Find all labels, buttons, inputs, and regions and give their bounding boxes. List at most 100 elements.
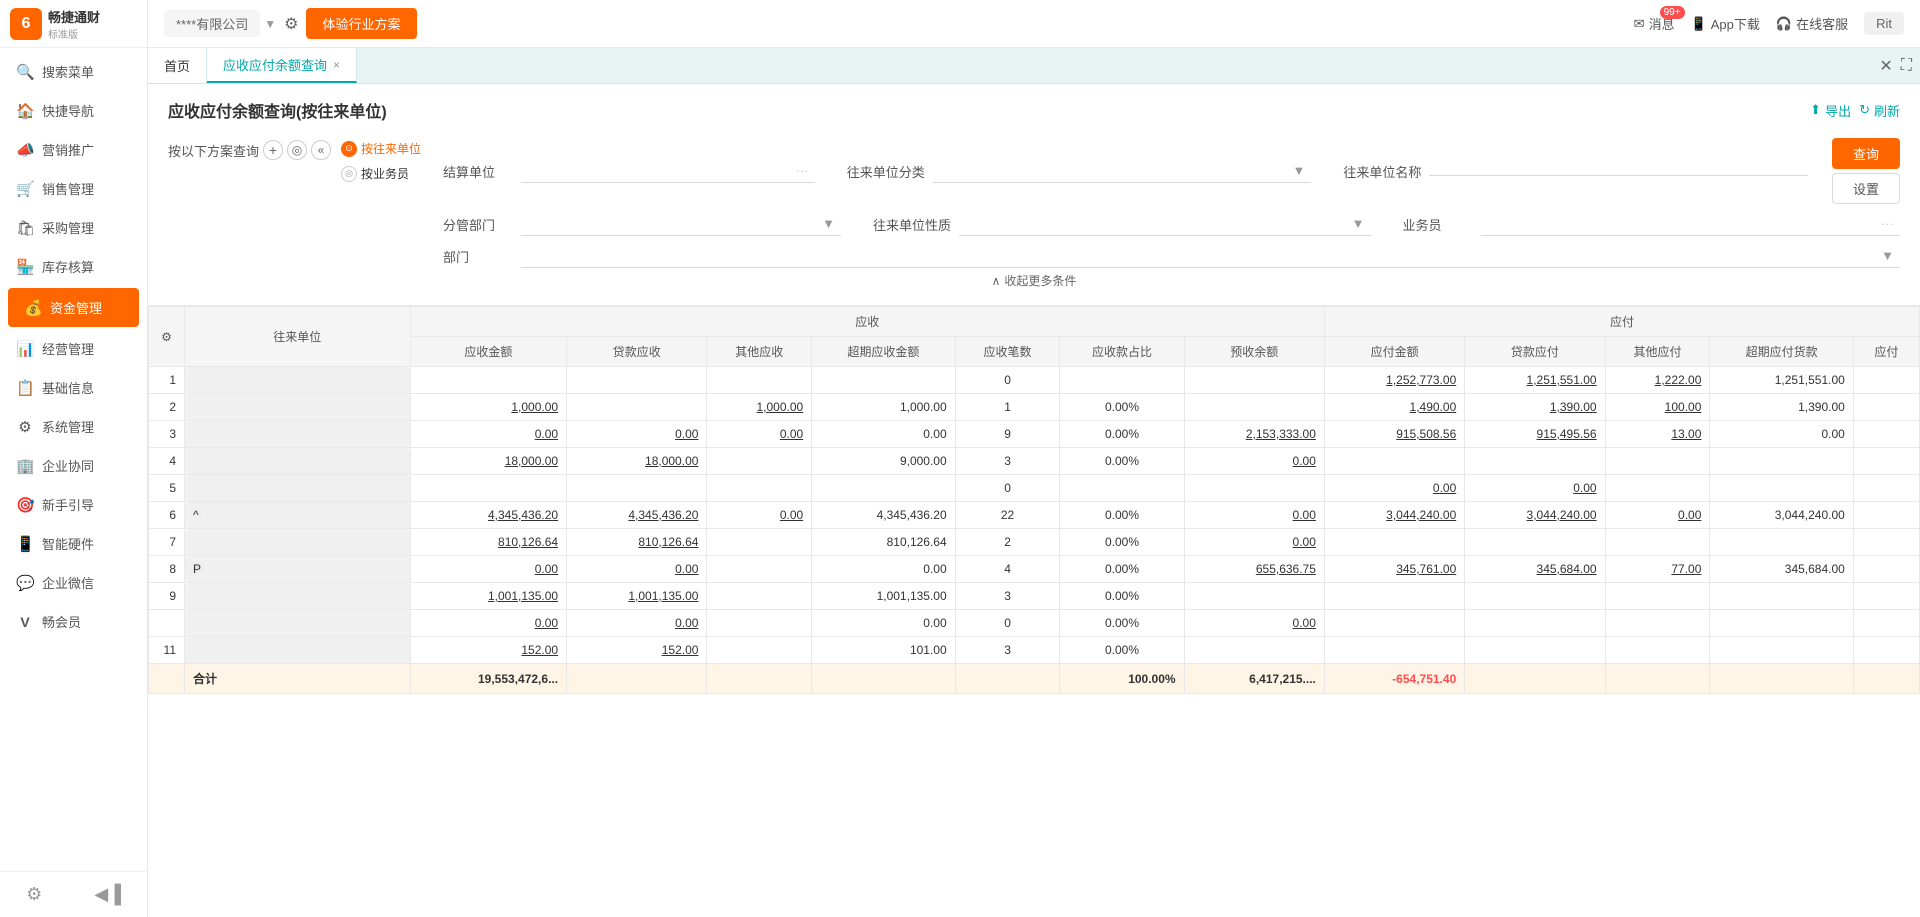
row-ap-other[interactable] <box>1605 610 1710 637</box>
row-ap-amount[interactable] <box>1324 610 1464 637</box>
row-ar-prepay[interactable] <box>1184 394 1324 421</box>
row-ar-amount[interactable]: 0.00 <box>410 610 566 637</box>
row-ar-loan[interactable] <box>567 394 707 421</box>
filter-collapse-btn[interactable]: « <box>311 140 331 160</box>
row-ar-other[interactable]: 0.00 <box>707 502 812 529</box>
row-ar-other[interactable]: 0.00 <box>707 421 812 448</box>
row-ap-loan[interactable]: 915,495.56 <box>1465 421 1605 448</box>
refresh-button[interactable]: ↻ 刷新 <box>1859 101 1900 120</box>
message-btn[interactable]: ✉ 消息 99+ <box>1634 14 1675 33</box>
row-ar-amount[interactable]: 152.00 <box>410 637 566 664</box>
filter-template-btn[interactable]: ◎ <box>287 140 307 160</box>
row-ap-amount[interactable]: 1,252,773.00 <box>1324 367 1464 394</box>
row-ar-loan[interactable]: 0.00 <box>567 610 707 637</box>
sidebar-item-hardware[interactable]: 📱 智能硬件 <box>0 524 147 563</box>
row-ar-amount[interactable]: 810,126.64 <box>410 529 566 556</box>
sidebar-item-sales[interactable]: 🛒 销售管理 <box>0 169 147 208</box>
row-ap-loan[interactable] <box>1465 583 1605 610</box>
query-button[interactable]: 查询 <box>1832 138 1900 169</box>
row-ar-other[interactable] <box>707 637 812 664</box>
mingcheng-input[interactable] <box>1429 167 1808 176</box>
app-download-btn[interactable]: 📱 App下载 <box>1691 14 1760 33</box>
row-ap-other[interactable]: 1,222.00 <box>1605 367 1710 394</box>
filter-collapse-toggle[interactable]: ∧ 收起更多条件 <box>168 268 1900 293</box>
th-settings[interactable]: ⚙ <box>149 307 185 367</box>
row-ap-loan[interactable] <box>1465 610 1605 637</box>
tab-home[interactable]: 首页 <box>148 48 207 83</box>
row-ap-other[interactable] <box>1605 583 1710 610</box>
row-ap-loan[interactable]: 1,390.00 <box>1465 394 1605 421</box>
sidebar-collapse-btn[interactable]: ◀▐ <box>90 880 125 909</box>
row-ap-loan[interactable]: 3,044,240.00 <box>1465 502 1605 529</box>
row-ar-other[interactable] <box>707 556 812 583</box>
th-ar-amount[interactable]: 应收金额 <box>410 337 566 367</box>
sidebar-item-inventory[interactable]: 🏪 库存核算 <box>0 247 147 286</box>
row-ar-loan[interactable] <box>567 475 707 502</box>
row-ar-loan[interactable]: 0.00 <box>567 421 707 448</box>
row-ap-other[interactable] <box>1605 448 1710 475</box>
th-ar-prepay[interactable]: 预收余额 <box>1184 337 1324 367</box>
row-ap-other[interactable] <box>1605 637 1710 664</box>
topbar-gear-icon[interactable]: ⚙ <box>280 10 302 38</box>
sidebar-item-search[interactable]: 🔍 搜索菜单 <box>0 52 147 91</box>
online-service-btn[interactable]: 🎧 在线客服 <box>1776 14 1848 33</box>
row-ar-other[interactable] <box>707 475 812 502</box>
sidebar-item-guide[interactable]: 🎯 新手引导 <box>0 485 147 524</box>
th-ap-col[interactable]: 应付 <box>1853 337 1919 367</box>
row-ar-amount[interactable]: 4,345,436.20 <box>410 502 566 529</box>
row-ar-prepay[interactable] <box>1184 367 1324 394</box>
row-ap-other[interactable]: 13.00 <box>1605 421 1710 448</box>
th-ar-loan[interactable]: 贷款应收 <box>567 337 707 367</box>
company-selector[interactable]: ****有限公司 <box>164 10 260 37</box>
row-ar-prepay[interactable]: 0.00 <box>1184 529 1324 556</box>
row-ar-prepay[interactable] <box>1184 637 1324 664</box>
row-ar-prepay[interactable]: 2,153,333.00 <box>1184 421 1324 448</box>
row-ar-prepay[interactable]: 0.00 <box>1184 610 1324 637</box>
row-ar-amount[interactable]: 0.00 <box>410 556 566 583</box>
row-ap-other[interactable]: 0.00 <box>1605 502 1710 529</box>
th-ap-overdue[interactable]: 超期应付货款 <box>1710 337 1853 367</box>
row-ap-other[interactable] <box>1605 529 1710 556</box>
row-ar-amount[interactable]: 1,001,135.00 <box>410 583 566 610</box>
row-ar-loan[interactable]: 152.00 <box>567 637 707 664</box>
sidebar-item-member[interactable]: V 畅会员 <box>0 602 147 641</box>
tab-close-window-icon[interactable]: ✕ <box>1879 56 1892 76</box>
th-ar-overdue[interactable]: 超期应收金额 <box>812 337 955 367</box>
row-ap-loan[interactable]: 0.00 <box>1465 475 1605 502</box>
xingzhi-select[interactable]: ▼ <box>959 212 1370 236</box>
row-ar-amount[interactable] <box>410 367 566 394</box>
sidebar-item-finance[interactable]: 💰 资金管理 <box>8 288 139 327</box>
fenguan-select[interactable]: ▼ <box>521 212 841 236</box>
row-ap-amount[interactable]: 0.00 <box>1324 475 1464 502</box>
column-settings-icon[interactable]: ⚙ <box>161 330 172 344</box>
th-ap-amount[interactable]: 应付金额 <box>1324 337 1464 367</box>
sidebar-item-basic[interactable]: 📋 基础信息 <box>0 368 147 407</box>
scheme-by-salesman[interactable]: ◎ 按业务员 <box>335 163 427 184</box>
row-ap-amount[interactable]: 345,761.00 <box>1324 556 1464 583</box>
row-ar-prepay[interactable]: 0.00 <box>1184 448 1324 475</box>
row-ar-loan[interactable]: 0.00 <box>567 556 707 583</box>
fenlei-select[interactable]: ▼ <box>933 159 1312 183</box>
row-ar-other[interactable] <box>707 610 812 637</box>
th-ar-ratio[interactable]: 应收款占比 <box>1060 337 1184 367</box>
row-ap-loan[interactable]: 345,684.00 <box>1465 556 1605 583</box>
data-table-container[interactable]: ⚙ 往来单位 应收 应付 应收金额 贷款应收 其他应收 超期应收金额 应收笔数 … <box>148 306 1920 917</box>
row-ar-prepay[interactable]: 0.00 <box>1184 502 1324 529</box>
row-ap-amount[interactable] <box>1324 448 1464 475</box>
sidebar-item-wechat[interactable]: 💬 企业微信 <box>0 563 147 602</box>
row-ap-loan[interactable] <box>1465 448 1605 475</box>
sidebar-item-marketing[interactable]: 📣 营销推广 <box>0 130 147 169</box>
row-ap-loan[interactable] <box>1465 529 1605 556</box>
th-ap-loan[interactable]: 贷款应付 <box>1465 337 1605 367</box>
row-ar-loan[interactable] <box>567 367 707 394</box>
th-ar-count[interactable]: 应收笔数 <box>955 337 1060 367</box>
row-ap-loan[interactable] <box>1465 637 1605 664</box>
row-ap-amount[interactable] <box>1324 529 1464 556</box>
sidebar-item-operation[interactable]: 📊 经营管理 <box>0 329 147 368</box>
row-ar-other[interactable] <box>707 529 812 556</box>
user-avatar[interactable]: Rit <box>1864 12 1904 35</box>
row-ar-loan[interactable]: 1,001,135.00 <box>567 583 707 610</box>
th-ap-other[interactable]: 其他应付 <box>1605 337 1710 367</box>
row-ar-loan[interactable]: 810,126.64 <box>567 529 707 556</box>
export-button[interactable]: ⬆ 导出 <box>1810 101 1851 120</box>
